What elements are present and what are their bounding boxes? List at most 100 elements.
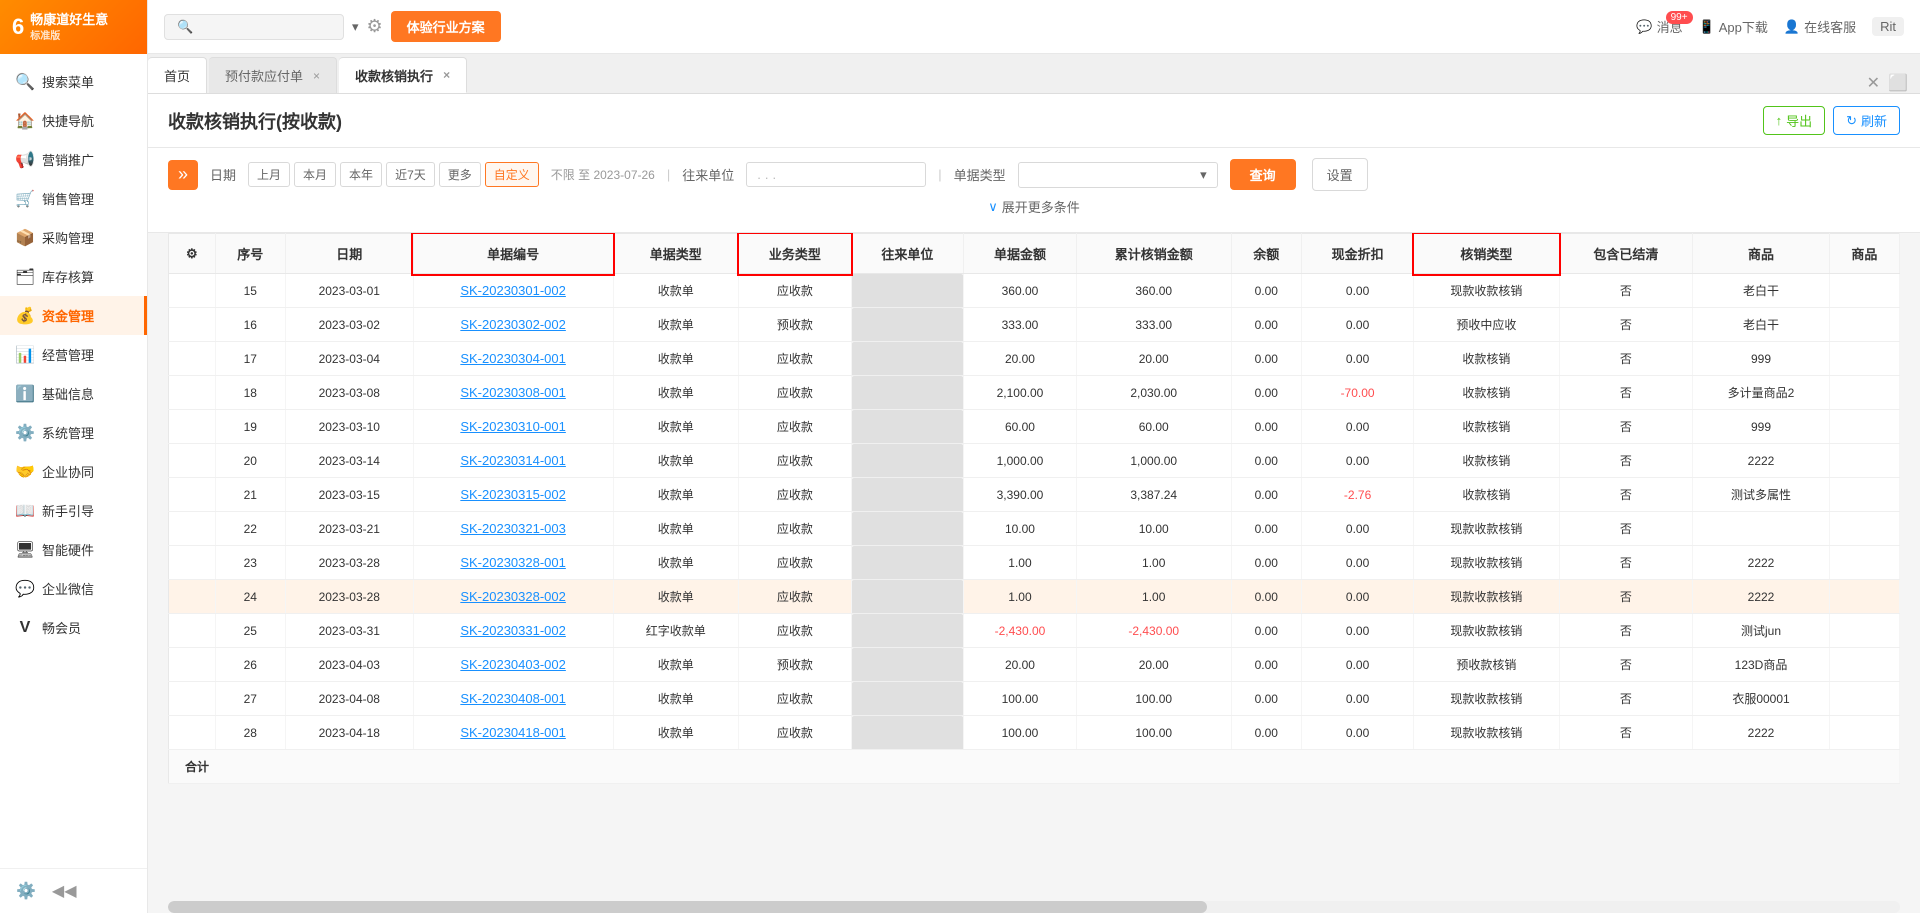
type-filter-select[interactable]: ▾: [1018, 162, 1218, 188]
sidebar-item-sales[interactable]: 🛒 销售管理: [0, 179, 147, 218]
tab-home[interactable]: 首页: [148, 57, 207, 93]
date-btn-this-month[interactable]: 本月: [294, 162, 336, 187]
cell-date: 2023-03-14: [285, 444, 413, 478]
topbar-left: 🔍 ▾ ⚙ 体验行业方案: [164, 11, 1624, 42]
sidebar-item-capital[interactable]: 💰 资金管理: [0, 296, 147, 335]
cell-date: 2023-04-18: [285, 716, 413, 750]
sidebar-item-operation[interactable]: 📊 经营管理: [0, 335, 147, 374]
cell-goods: 2222: [1693, 546, 1829, 580]
sidebar-item-company[interactable]: 🤝 企业协同: [0, 452, 147, 491]
cell-bill-no[interactable]: SK-20230321-003: [413, 512, 613, 546]
table-row: 282023-04-18SK-20230418-001收款单应收款100.001…: [169, 716, 1900, 750]
cell-bill-no[interactable]: SK-20230304-001: [413, 342, 613, 376]
tab-prepay-close[interactable]: ×: [313, 69, 320, 83]
date-btn-7days[interactable]: 近7天: [386, 162, 435, 187]
cell-amount: 60.00: [964, 410, 1077, 444]
sidebar-item-guide[interactable]: 📖 新手引导: [0, 491, 147, 530]
message-button[interactable]: 💬 消息 99+: [1636, 17, 1682, 36]
table-scrollbar[interactable]: [168, 901, 1900, 913]
cell-bill-no[interactable]: SK-20230302-002: [413, 308, 613, 342]
sidebar-item-wechat[interactable]: 💬 企业微信: [0, 569, 147, 608]
cell-include-settled: 否: [1559, 376, 1693, 410]
cell-goods2: [1829, 376, 1899, 410]
cell-write-off-type: 现款收款核销: [1414, 580, 1559, 614]
topbar-search[interactable]: 🔍: [164, 14, 344, 40]
sidebar-item-system[interactable]: ⚙️ 系统管理: [0, 413, 147, 452]
online-service-button[interactable]: 👤 在线客服: [1784, 17, 1856, 36]
main-area: 🔍 ▾ ⚙ 体验行业方案 💬 消息 99+ 📱 App下载 👤 在线客服: [148, 0, 1920, 913]
user-menu[interactable]: Rit: [1872, 17, 1904, 36]
tab-home-label: 首页: [164, 66, 190, 85]
sidebar-item-marketing[interactable]: 📢 营销推广: [0, 140, 147, 179]
unit-filter-input[interactable]: ...: [746, 162, 926, 187]
table-footer-row: 合计: [169, 750, 1900, 784]
topbar-dropdown[interactable]: ▾: [352, 19, 359, 35]
sidebar-footer: ⚙️ ◀◀: [0, 868, 147, 913]
cell-bill-no[interactable]: SK-20230308-001: [413, 376, 613, 410]
sidebar-item-purchase[interactable]: 📦 采购管理: [0, 218, 147, 257]
cell-bill-no[interactable]: SK-20230310-001: [413, 410, 613, 444]
sidebar-item-search[interactable]: 🔍 搜索菜单: [0, 62, 147, 101]
cell-seq: 15: [215, 274, 285, 308]
cell-biz-type: 应收款: [739, 614, 852, 648]
sidebar-item-hardware[interactable]: 🖥 智能硬件: [0, 530, 147, 569]
date-btn-more[interactable]: 更多: [439, 162, 481, 187]
date-btn-last-month[interactable]: 上月: [248, 162, 290, 187]
cell-bill-no[interactable]: SK-20230403-002: [413, 648, 613, 682]
export-button[interactable]: ↑ 导出: [1763, 106, 1826, 135]
cell-date: 2023-03-04: [285, 342, 413, 376]
col-seq: 序号: [215, 234, 285, 274]
setting-button[interactable]: 设置: [1312, 158, 1368, 191]
tab-collection-close[interactable]: ×: [443, 68, 450, 82]
service-icon: 👤: [1784, 19, 1800, 35]
cell-goods: 测试jun: [1693, 614, 1829, 648]
app-label: App下载: [1719, 17, 1768, 36]
date-btn-this-year[interactable]: 本年: [340, 162, 382, 187]
cell-bill-no[interactable]: SK-20230301-002: [413, 274, 613, 308]
cell-bill-no[interactable]: SK-20230418-001: [413, 716, 613, 750]
cell-goods2: [1829, 308, 1899, 342]
sidebar-item-inventory[interactable]: 🗂 库存核算: [0, 257, 147, 296]
cell-bill-no[interactable]: SK-20230331-002: [413, 614, 613, 648]
cell-include-settled: 否: [1559, 274, 1693, 308]
page-header: 收款核销执行(按收款) ↑ 导出 ↻ 刷新: [148, 94, 1920, 148]
app-download-button[interactable]: 📱 App下载: [1699, 17, 1768, 36]
sidebar-item-member[interactable]: V 畅会员: [0, 608, 147, 647]
cell-include-settled: 否: [1559, 648, 1693, 682]
app-logo: 6 畅康道好生意 标准版: [0, 0, 147, 54]
tab-prepay[interactable]: 预付款应付单 ×: [209, 57, 337, 93]
date-btn-custom[interactable]: 自定义: [485, 162, 539, 187]
cell-bill-type: 收款单: [613, 648, 739, 682]
cell-bill-no[interactable]: SK-20230328-001: [413, 546, 613, 580]
solution-button[interactable]: 体验行业方案: [391, 11, 501, 42]
col-balance: 余额: [1231, 234, 1301, 274]
filter-toggle-button[interactable]: »: [168, 160, 198, 190]
box-icon: 📦: [16, 229, 34, 247]
topbar-gear-icon[interactable]: ⚙: [367, 16, 383, 37]
query-button[interactable]: 查询: [1230, 159, 1296, 190]
cell-write-off-type: 收款核销: [1414, 376, 1559, 410]
cell-bill-no[interactable]: SK-20230408-001: [413, 682, 613, 716]
col-gear[interactable]: ⚙: [169, 234, 216, 274]
cell-bill-no[interactable]: SK-20230328-002: [413, 580, 613, 614]
sidebar-item-quick-nav[interactable]: 🏠 快捷导航: [0, 101, 147, 140]
expand-more-button[interactable]: ∨ 展开更多条件: [168, 191, 1900, 222]
refresh-button[interactable]: ↻ 刷新: [1833, 106, 1900, 135]
col-date: 日期: [285, 234, 413, 274]
cell-goods: 2222: [1693, 716, 1829, 750]
cell-goods2: [1829, 342, 1899, 376]
cell-balance: 0.00: [1231, 648, 1301, 682]
cell-date: 2023-03-21: [285, 512, 413, 546]
sidebar-item-basic[interactable]: ℹ️ 基础信息: [0, 374, 147, 413]
maximize-icon[interactable]: ⬜: [1888, 73, 1908, 93]
cell-biz-type: 应收款: [739, 444, 852, 478]
cell-bill-no[interactable]: SK-20230315-002: [413, 478, 613, 512]
cell-bill-no[interactable]: SK-20230314-001: [413, 444, 613, 478]
collapse-icon[interactable]: ◀◀: [52, 881, 77, 901]
unit-filter-label: 往来单位: [682, 165, 734, 184]
settings-footer-icon[interactable]: ⚙️: [16, 881, 36, 901]
cell-write-off-type: 收款核销: [1414, 342, 1559, 376]
close-all-icon[interactable]: ✕: [1867, 73, 1880, 93]
cell-amount: 20.00: [964, 648, 1077, 682]
tab-collection[interactable]: 收款核销执行 ×: [339, 57, 467, 93]
